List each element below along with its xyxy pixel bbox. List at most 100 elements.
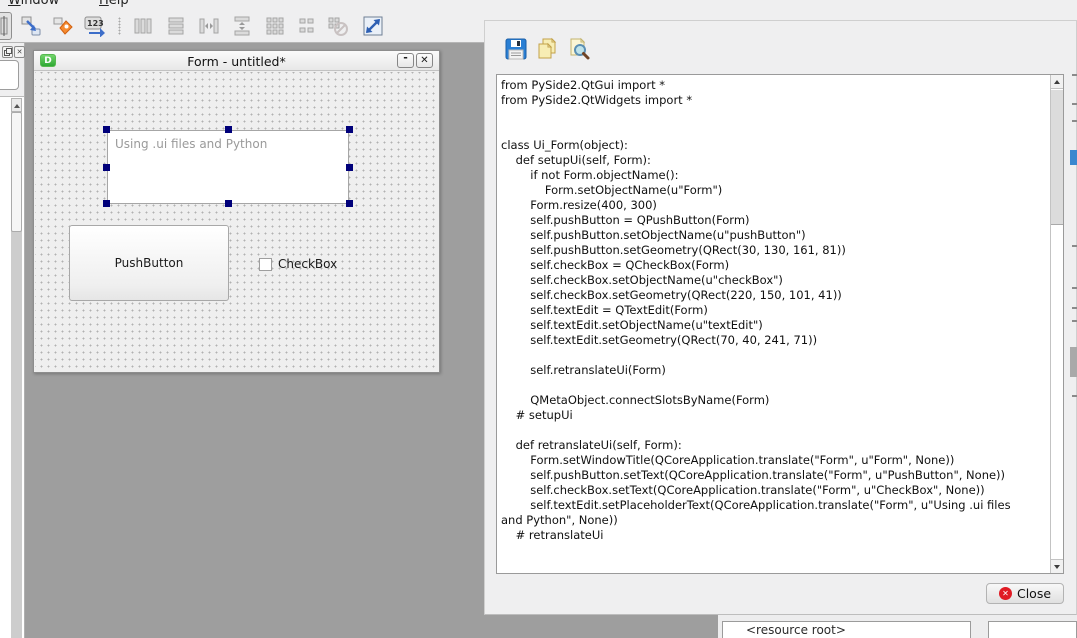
code-line: self.textEdit.setGeometry(QRect(70, 40, … bbox=[501, 333, 1047, 348]
push-button-label: PushButton bbox=[115, 256, 184, 270]
code-line: def retranslateUi(self, Form): bbox=[501, 438, 1047, 453]
toolbar-separator bbox=[118, 17, 121, 35]
code-line: self.pushButton = QPushButton(Form) bbox=[501, 213, 1047, 228]
lay-out-vertical-splitter-button[interactable] bbox=[228, 12, 256, 40]
edit-buddies-button[interactable] bbox=[49, 12, 77, 40]
widget-box-panel: ✕ bbox=[0, 43, 25, 638]
code-line: self.pushButton.setText(QCoreApplication… bbox=[501, 468, 1047, 483]
code-line bbox=[501, 108, 1047, 123]
lay-out-horizontally-button[interactable] bbox=[129, 12, 157, 40]
resource-root-item[interactable]: <resource root> bbox=[722, 621, 971, 638]
text-edit-widget[interactable]: Using .ui files and Python bbox=[107, 130, 349, 204]
resize-handle-top[interactable] bbox=[225, 126, 232, 133]
adjust-size-icon bbox=[362, 15, 384, 37]
code-line bbox=[501, 348, 1047, 363]
lay-out-grid-button[interactable] bbox=[261, 12, 289, 40]
menu-window[interactable]: Window bbox=[8, 0, 59, 8]
edit-widgets-icon bbox=[0, 15, 9, 37]
scroll-down-icon[interactable] bbox=[1051, 559, 1064, 573]
minimize-button[interactable]: - bbox=[397, 53, 414, 68]
resource-detail-pane[interactable] bbox=[988, 621, 1077, 638]
code-line: # retranslateUi bbox=[501, 528, 1047, 543]
check-box-widget[interactable]: CheckBox bbox=[259, 257, 337, 271]
lay-out-vertically-icon bbox=[165, 15, 187, 37]
break-layout-icon bbox=[327, 15, 349, 37]
code-line: self.pushButton.setGeometry(QRect(30, 13… bbox=[501, 243, 1047, 258]
code-line: def setupUi(self, Form): bbox=[501, 153, 1047, 168]
code-line: # setupUi bbox=[501, 408, 1047, 423]
break-layout-button[interactable] bbox=[324, 12, 352, 40]
edit-buddies-icon bbox=[52, 15, 74, 37]
code-line bbox=[501, 123, 1047, 138]
lay-out-form-layout-button[interactable] bbox=[294, 12, 322, 40]
code-preview-window: from PySide2.QtGui import *from PySide2.… bbox=[484, 20, 1077, 615]
code-editor[interactable]: from PySide2.QtGui import *from PySide2.… bbox=[496, 74, 1064, 574]
checkbox-box[interactable] bbox=[259, 258, 272, 271]
edit-signals-slots-icon bbox=[20, 15, 42, 37]
lay-out-grid-icon bbox=[264, 15, 286, 37]
code-line: self.textEdit.setPlaceholderText(QCoreAp… bbox=[501, 498, 1047, 513]
close-window-button[interactable]: ✕ bbox=[416, 53, 433, 68]
code-line: Form.setObjectName(u"Form") bbox=[501, 183, 1047, 198]
lay-out-vertical-splitter-icon bbox=[231, 15, 253, 37]
code-line: self.retranslateUi(Form) bbox=[501, 363, 1047, 378]
code-line: self.checkBox.setText(QCoreApplication.t… bbox=[501, 483, 1047, 498]
scrollbar-fragment bbox=[1070, 347, 1077, 377]
checkbox-label: CheckBox bbox=[278, 257, 337, 271]
code-text[interactable]: from PySide2.QtGui import *from PySide2.… bbox=[501, 78, 1047, 543]
float-icon[interactable] bbox=[2, 46, 13, 58]
resource-browser-panel: <resource root> bbox=[718, 615, 1077, 638]
code-line: self.pushButton.setObjectName(u"pushButt… bbox=[501, 228, 1047, 243]
right-edge-fragments bbox=[1070, 20, 1077, 615]
menu-help[interactable]: Help bbox=[99, 0, 129, 8]
form-canvas[interactable]: Using .ui files and Python PushButton Ch… bbox=[35, 72, 438, 371]
resize-handle-bottom[interactable] bbox=[225, 200, 232, 207]
widget-filter-input[interactable] bbox=[0, 60, 19, 90]
adjust-size-button[interactable] bbox=[359, 12, 387, 40]
resize-handle-top-left[interactable] bbox=[103, 126, 110, 133]
lay-out-vertically-button[interactable] bbox=[162, 12, 190, 40]
code-line: self.checkBox = QCheckBox(Form) bbox=[501, 258, 1047, 273]
resize-handle-right[interactable] bbox=[346, 164, 353, 171]
resize-handle-top-right[interactable] bbox=[346, 126, 353, 133]
resize-handle-bottom-right[interactable] bbox=[346, 200, 353, 207]
code-scrollbar[interactable] bbox=[1050, 75, 1063, 573]
code-line bbox=[501, 423, 1047, 438]
code-line: Form.setWindowTitle(QCoreApplication.tra… bbox=[501, 453, 1047, 468]
close-circle-icon: ✕ bbox=[999, 587, 1012, 600]
code-line: from PySide2.QtWidgets import * bbox=[501, 93, 1047, 108]
edit-signals-slots-button[interactable] bbox=[17, 12, 45, 40]
code-line: self.textEdit.setObjectName(u"textEdit") bbox=[501, 318, 1047, 333]
close-button[interactable]: ✕ Close bbox=[986, 583, 1064, 604]
scroll-up-icon[interactable] bbox=[11, 98, 22, 112]
code-line: and Python", None)) bbox=[501, 513, 1047, 528]
lay-out-horizontal-splitter-icon bbox=[198, 15, 220, 37]
code-line bbox=[501, 378, 1047, 393]
lay-out-horizontal-splitter-button[interactable] bbox=[195, 12, 223, 40]
form-window-title: Form - untitled* bbox=[34, 54, 439, 69]
save-icon[interactable] bbox=[504, 37, 528, 61]
scrollbar-thumb[interactable] bbox=[1051, 90, 1064, 225]
push-button-widget[interactable]: PushButton bbox=[69, 225, 229, 301]
scroll-up-icon[interactable] bbox=[1051, 75, 1064, 89]
code-line: class Ui_Form(object): bbox=[501, 138, 1047, 153]
edit-tab-order-button[interactable]: 123 bbox=[81, 12, 109, 40]
close-button-label: Close bbox=[1017, 586, 1051, 601]
widget-box-scrollbar[interactable] bbox=[11, 98, 22, 638]
copy-icon[interactable] bbox=[535, 37, 559, 61]
edit-widgets-button[interactable] bbox=[0, 12, 12, 40]
resize-handle-bottom-left[interactable] bbox=[103, 200, 110, 207]
resize-handle-left[interactable] bbox=[103, 164, 110, 171]
code-line: self.checkBox.setGeometry(QRect(220, 150… bbox=[501, 288, 1047, 303]
menu-bar: Window Help bbox=[0, 0, 1077, 9]
code-line: QMetaObject.connectSlotsByName(Form) bbox=[501, 393, 1047, 408]
scrollbar-thumb[interactable] bbox=[11, 112, 22, 232]
code-line: from PySide2.QtGui import * bbox=[501, 78, 1047, 93]
text-edit-placeholder: Using .ui files and Python bbox=[115, 137, 267, 151]
code-line: self.textEdit = QTextEdit(Form) bbox=[501, 303, 1047, 318]
close-icon[interactable]: ✕ bbox=[14, 46, 25, 58]
selected-row-fragment bbox=[1070, 150, 1077, 165]
lay-out-horizontally-icon bbox=[132, 15, 154, 37]
form-titlebar[interactable]: D Form - untitled* - ✕ bbox=[34, 51, 439, 71]
find-icon[interactable] bbox=[567, 37, 591, 61]
